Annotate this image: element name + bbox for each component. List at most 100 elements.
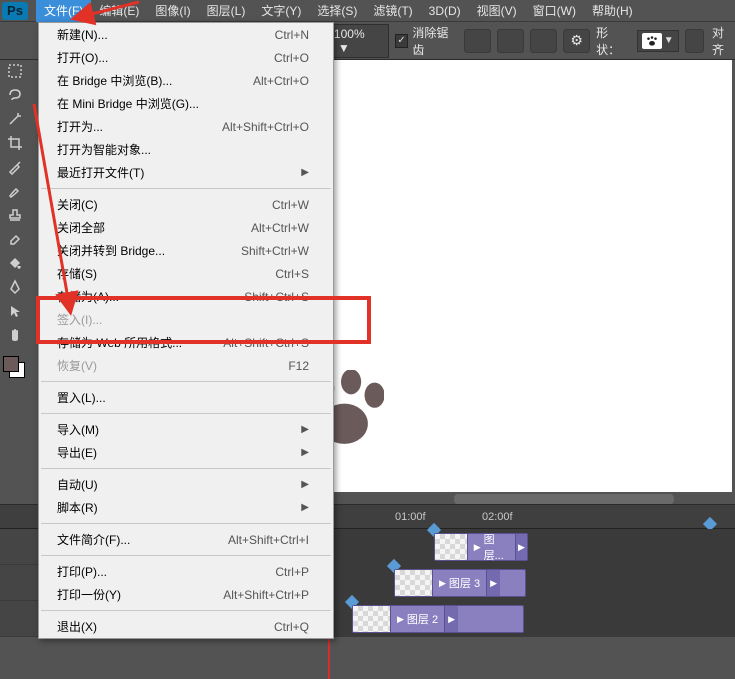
align-button-2[interactable]: [497, 29, 524, 53]
menu-item-label: 退出(X): [57, 618, 97, 635]
menu-item[interactable]: 最近打开文件(T) ▶: [39, 161, 333, 184]
menu-item-label: 自动(U): [57, 476, 98, 493]
canvas[interactable]: [334, 60, 732, 492]
antialias-checkbox[interactable]: ✓ 消除锯齿: [395, 24, 458, 58]
marquee-tool-icon[interactable]: [3, 60, 27, 82]
menu-item[interactable]: 脚本(R)▶: [39, 496, 333, 519]
menu-item-shortcut: Alt+Shift+Ctrl+O: [222, 120, 309, 134]
menu-item-label: 最近打开文件(T): [57, 164, 144, 181]
align-label: 对齐: [712, 24, 735, 58]
menu-separator: [41, 555, 331, 556]
menu-item-label: 存储(S): [57, 265, 97, 282]
menu-separator: [41, 610, 331, 611]
menu-3d[interactable]: 3D(D): [421, 1, 469, 21]
menu-item[interactable]: 关闭全部Alt+Ctrl+W: [39, 216, 333, 239]
align-button-3[interactable]: [530, 29, 557, 53]
menu-item-label: 关闭(C): [57, 196, 98, 213]
timeline-clip[interactable]: ▶图层 3▶: [394, 569, 526, 597]
zoom-input[interactable]: 100% ▼: [327, 24, 389, 58]
menu-item[interactable]: 打开(O)...Ctrl+O: [39, 46, 333, 69]
menu-item: 签入(I)...: [39, 308, 333, 331]
brush-tool-icon[interactable]: [3, 180, 27, 202]
wand-tool-icon[interactable]: [3, 108, 27, 130]
chevron-down-icon: ▼: [664, 35, 674, 46]
track-lane[interactable]: ▶图层...▶: [326, 529, 735, 564]
timeline-clip[interactable]: ▶图层 2▶: [352, 605, 524, 633]
menu-item-label: 关闭并转到 Bridge...: [57, 242, 165, 259]
menu-item-label: 脚本(R): [57, 499, 98, 516]
menu-type[interactable]: 文字(Y): [253, 0, 309, 22]
bucket-tool-icon[interactable]: [3, 252, 27, 274]
menu-filter[interactable]: 滤镜(T): [365, 0, 420, 22]
menu-item[interactable]: 在 Mini Bridge 中浏览(G)...: [39, 92, 333, 115]
menu-image[interactable]: 图像(I): [147, 0, 198, 22]
menu-item[interactable]: 关闭(C) Ctrl+W: [39, 193, 333, 216]
menu-view[interactable]: 视图(V): [469, 0, 525, 22]
antialias-label: 消除锯齿: [412, 24, 458, 58]
track-lane[interactable]: ▶图层 3▶: [326, 565, 735, 600]
menu-help[interactable]: 帮助(H): [584, 0, 641, 22]
menu-item[interactable]: 退出(X)Ctrl+Q: [39, 615, 333, 638]
menu-item-label: 打开(O)...: [57, 49, 108, 66]
clip-end-handle[interactable]: ▶: [444, 606, 458, 632]
menu-item[interactable]: 打开为... Alt+Shift+Ctrl+O: [39, 115, 333, 138]
menu-window[interactable]: 窗口(W): [525, 0, 584, 22]
clip-thumbnail: [435, 534, 468, 560]
menu-separator: [41, 381, 331, 382]
menu-item[interactable]: 存储(S)Ctrl+S: [39, 262, 333, 285]
stamp-tool-icon[interactable]: [3, 204, 27, 226]
menu-item[interactable]: 在 Bridge 中浏览(B)...Alt+Ctrl+O: [39, 69, 333, 92]
menu-item[interactable]: 自动(U)▶: [39, 473, 333, 496]
menu-edit[interactable]: 编辑(E): [91, 0, 147, 22]
menu-item-label: 打开为...: [57, 118, 103, 135]
menu-item-shortcut: Shift+Ctrl+W: [241, 244, 309, 258]
menu-file[interactable]: 文件(F): [36, 0, 91, 22]
shape-select[interactable]: ▼: [637, 30, 679, 52]
menu-item[interactable]: 关闭并转到 Bridge... Shift+Ctrl+W: [39, 239, 333, 262]
file-menu-dropdown: 新建(N)...Ctrl+N打开(O)...Ctrl+O在 Bridge 中浏览…: [38, 22, 334, 639]
color-swatches[interactable]: [3, 356, 27, 380]
clip-label: ▶图层 3: [433, 575, 486, 591]
menu-item-label: 存储为(A)...: [57, 288, 119, 305]
timeline-clip[interactable]: ▶图层...▶: [434, 533, 528, 561]
horizontal-scrollbar[interactable]: [454, 494, 674, 504]
menu-item[interactable]: 打印一份(Y)Alt+Shift+Ctrl+P: [39, 583, 333, 606]
crop-tool-icon[interactable]: [3, 132, 27, 154]
menu-item-label: 文件简介(F)...: [57, 531, 130, 548]
zoom-value: 100%: [334, 27, 365, 41]
submenu-arrow-icon: ▶: [301, 167, 309, 178]
clip-end-handle[interactable]: ▶: [515, 534, 527, 560]
menu-item[interactable]: 新建(N)...Ctrl+N: [39, 23, 333, 46]
menu-item-shortcut: Ctrl+W: [272, 198, 309, 212]
menu-item-label: 新建(N)...: [57, 26, 108, 43]
menu-item[interactable]: 存储为(A)... Shift+Ctrl+S: [39, 285, 333, 308]
pointer-tool-icon[interactable]: [3, 300, 27, 322]
menu-item[interactable]: 文件简介(F)...Alt+Shift+Ctrl+I: [39, 528, 333, 551]
menu-item: 恢复(V)F12: [39, 354, 333, 377]
align-toggle-icon[interactable]: [685, 29, 704, 53]
menu-item-label: 在 Mini Bridge 中浏览(G)...: [57, 95, 199, 112]
menu-item[interactable]: 存储为 Web 所用格式...Alt+Shift+Ctrl+S: [39, 331, 333, 354]
eyedropper-tool-icon[interactable]: [3, 156, 27, 178]
align-button-1[interactable]: [464, 29, 491, 53]
menu-item[interactable]: 打开为智能对象...: [39, 138, 333, 161]
gear-icon[interactable]: ⚙: [563, 29, 590, 53]
menu-item[interactable]: 置入(L)...: [39, 386, 333, 409]
menu-select[interactable]: 选择(S): [309, 0, 365, 22]
tool-strip: [0, 60, 30, 380]
lasso-tool-icon[interactable]: [3, 84, 27, 106]
pen-tool-icon[interactable]: [3, 276, 27, 298]
menu-item[interactable]: 打印(P)...Ctrl+P: [39, 560, 333, 583]
time-marker-1: 01:00f: [395, 511, 426, 523]
menu-item-shortcut: Shift+Ctrl+S: [244, 290, 309, 304]
eraser-tool-icon[interactable]: [3, 228, 27, 250]
menu-item[interactable]: 导出(E)▶: [39, 441, 333, 464]
menu-item-label: 存储为 Web 所用格式...: [57, 334, 182, 351]
menu-item-label: 打印一份(Y): [57, 586, 121, 603]
menu-layer[interactable]: 图层(L): [199, 0, 254, 22]
clip-end-handle[interactable]: ▶: [486, 570, 500, 596]
track-lane[interactable]: ▶图层 2▶: [326, 601, 735, 636]
hand-tool-icon[interactable]: [3, 324, 27, 346]
paw-icon: [642, 33, 662, 49]
menu-item[interactable]: 导入(M)▶: [39, 418, 333, 441]
